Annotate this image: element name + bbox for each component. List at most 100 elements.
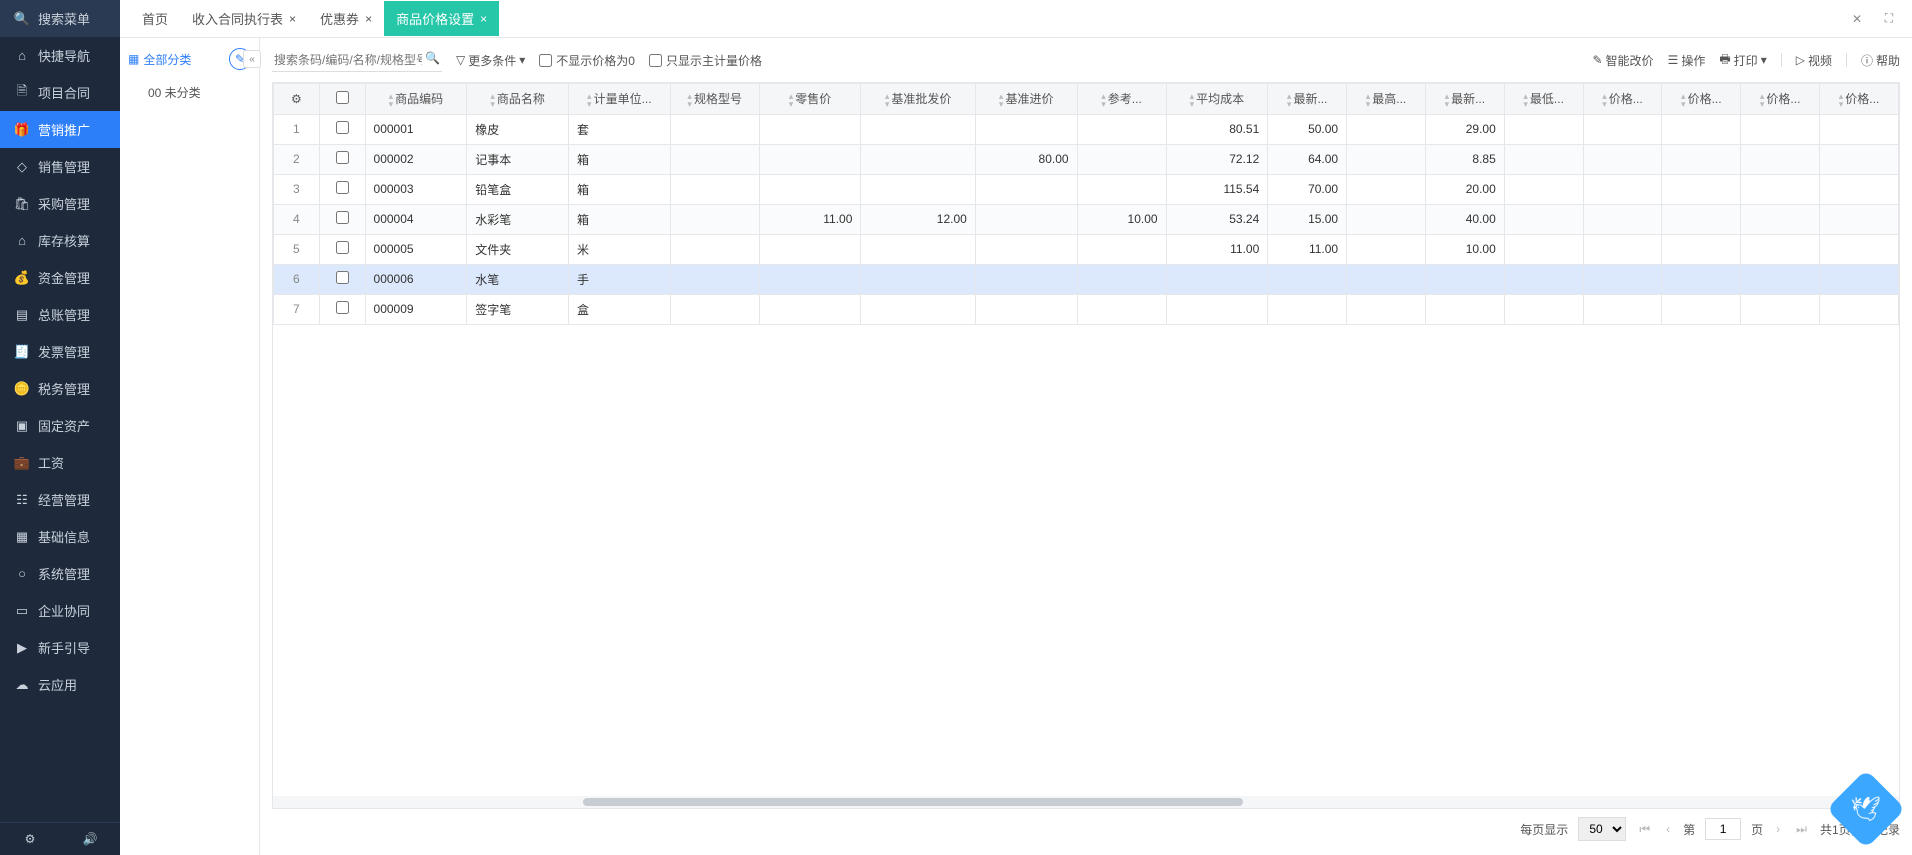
chk-hide-zero[interactable]: 不显示价格为0 [539,52,635,69]
sidebar-item-invoice[interactable]: 🧾发票管理 [0,333,120,370]
sidebar-item-search[interactable]: 🔍搜索菜单 [0,0,120,37]
chk-main-unit-input[interactable] [649,54,662,67]
col-header[interactable]: ▴▾平均成本 [1166,84,1268,115]
prev-page-btn[interactable]: ‹ [1663,822,1673,836]
settings-button[interactable]: ⚙ [0,823,60,855]
first-page-btn[interactable]: ⏮ [1636,822,1653,837]
print-label: 打印 [1734,52,1758,69]
cell-avg: 11.00 [1166,234,1268,264]
ops-btn[interactable]: ☰操作 [1668,52,1706,69]
category-item[interactable]: 00 未分类 [128,70,251,105]
data-grid[interactable]: ⚙ ▴▾商品编码▴▾商品名称▴▾计量单位...▴▾规格型号▴▾零售价▴▾基准批发价… [273,83,1899,796]
row-checkbox[interactable] [319,264,365,294]
sidebar-item-home[interactable]: ⌂快捷导航 [0,37,120,74]
col-header[interactable]: ▴▾最高... [1347,84,1426,115]
col-header[interactable]: ▴▾价格... [1583,84,1662,115]
sidebar-item-asset[interactable]: ▣固定资产 [0,407,120,444]
sidebar-item-doc[interactable]: 🗎项目合同 [0,74,120,111]
tab-close-icon[interactable]: × [480,12,487,26]
sidebar-item-book[interactable]: ▤总账管理 [0,296,120,333]
search-input[interactable] [272,49,442,72]
row-checkbox[interactable] [319,204,365,234]
col-header[interactable]: ▴▾最新... [1268,84,1347,115]
sidebar-item-tax[interactable]: 🪙税务管理 [0,370,120,407]
sidebar-item-guide[interactable]: ▶新手引导 [0,629,120,666]
col-header[interactable]: ▴▾基准进价 [975,84,1077,115]
close-window-btn[interactable]: ✕ [1846,8,1868,30]
row-checkbox[interactable] [319,174,365,204]
row-checkbox[interactable] [319,294,365,324]
row-index: 7 [274,294,320,324]
collapse-panel-btn[interactable]: « [243,50,261,68]
row-checkbox[interactable] [319,114,365,144]
sort-icon: ▴▾ [1445,92,1450,108]
table-row[interactable]: 6000006水笔手 [274,264,1899,294]
sidebar-item-cloud[interactable]: ☁云应用 [0,666,120,703]
col-header[interactable]: ▴▾参考... [1077,84,1166,115]
row-checkbox[interactable] [319,144,365,174]
col-header[interactable]: ▴▾价格... [1662,84,1741,115]
sidebar-item-bag[interactable]: 🛍采购管理 [0,185,120,222]
col-gear[interactable]: ⚙ [274,84,320,115]
cell-p2 [1347,144,1426,174]
tab-优惠券[interactable]: 优惠券× [308,1,384,36]
tab-收入合同执行表[interactable]: 收入合同执行表× [180,1,308,36]
page-input[interactable] [1705,818,1741,840]
sidebar-item-team[interactable]: ▭企业协同 [0,592,120,629]
table-row[interactable]: 2000002记事本箱80.0072.1264.008.85 [274,144,1899,174]
sort-icon: ▴▾ [1101,92,1106,108]
chk-main-unit[interactable]: 只显示主计量价格 [649,52,762,69]
help-btn[interactable]: ⓘ帮助 [1861,52,1900,69]
smart-price-btn[interactable]: ✎智能改价 [1592,52,1653,69]
cell-ref: 10.00 [1077,204,1166,234]
cell-empty [1820,174,1899,204]
tab-close-icon[interactable]: × [289,12,296,26]
col-checkbox-all[interactable] [319,84,365,115]
sidebar-item-mgmt[interactable]: ☷经营管理 [0,481,120,518]
table-row[interactable]: 7000009签字笔盒 [274,294,1899,324]
video-btn[interactable]: ▷视频 [1796,52,1832,69]
table-row[interactable]: 5000005文件夹米11.0011.0010.00 [274,234,1899,264]
expand-window-btn[interactable]: ⛶ [1878,8,1900,30]
table-row[interactable]: 4000004水彩笔箱11.0012.0010.0053.2415.0040.0… [274,204,1899,234]
tab-首页[interactable]: 首页 [130,1,180,36]
col-header[interactable]: ▴▾基准批发价 [861,84,975,115]
tab-close-icon[interactable]: × [365,12,372,26]
h-scrollbar[interactable] [273,796,1899,808]
more-conditions[interactable]: ▽ 更多条件 ▾ [456,52,525,69]
sidebar-item-money[interactable]: 💰资金管理 [0,259,120,296]
table-row[interactable]: 1000001橡皮套80.5150.0029.00 [274,114,1899,144]
next-page-btn[interactable]: › [1773,822,1783,836]
col-header[interactable]: ▴▾商品编码 [365,84,467,115]
per-page-select[interactable]: 50 [1578,817,1626,841]
cell-name: 签字笔 [467,294,569,324]
col-header[interactable]: ▴▾零售价 [759,84,861,115]
col-header[interactable]: ▴▾计量单位... [568,84,670,115]
last-page-btn[interactable]: ⏭ [1793,822,1810,837]
sidebar-item-base[interactable]: ▦基础信息 [0,518,120,555]
tab-商品价格设置[interactable]: 商品价格设置× [384,1,499,36]
row-checkbox[interactable] [319,234,365,264]
chk-hide-zero-input[interactable] [539,54,552,67]
sidebar-item-cart[interactable]: ◇销售管理 [0,148,120,185]
tab-label: 首页 [142,9,168,28]
h-scroll-thumb[interactable] [583,798,1243,806]
print-btn[interactable]: 🖶打印▾ [1719,50,1766,71]
search-icon[interactable]: 🔍 [425,51,440,65]
sound-button[interactable]: 🔊 [60,823,120,855]
sidebar-item-salary[interactable]: 💼工资 [0,444,120,481]
category-all[interactable]: ▦ 全部分类 [128,51,191,68]
col-header[interactable]: ▴▾最低... [1504,84,1583,115]
table-row[interactable]: 3000003铅笔盒箱115.5470.0020.00 [274,174,1899,204]
sort-icon: ▴▾ [490,92,495,108]
col-header[interactable]: ▴▾价格... [1820,84,1899,115]
cell-empty [1820,114,1899,144]
sidebar-item-gift[interactable]: 🎁营销推广 [0,111,120,148]
sidebar-item-sys[interactable]: ○系统管理 [0,555,120,592]
col-header[interactable]: ▴▾价格... [1741,84,1820,115]
col-header[interactable]: ▴▾最新... [1425,84,1504,115]
col-header[interactable]: ▴▾商品名称 [467,84,569,115]
cell-spec [670,204,759,234]
sidebar-item-house[interactable]: ⌂库存核算 [0,222,120,259]
col-header[interactable]: ▴▾规格型号 [670,84,759,115]
